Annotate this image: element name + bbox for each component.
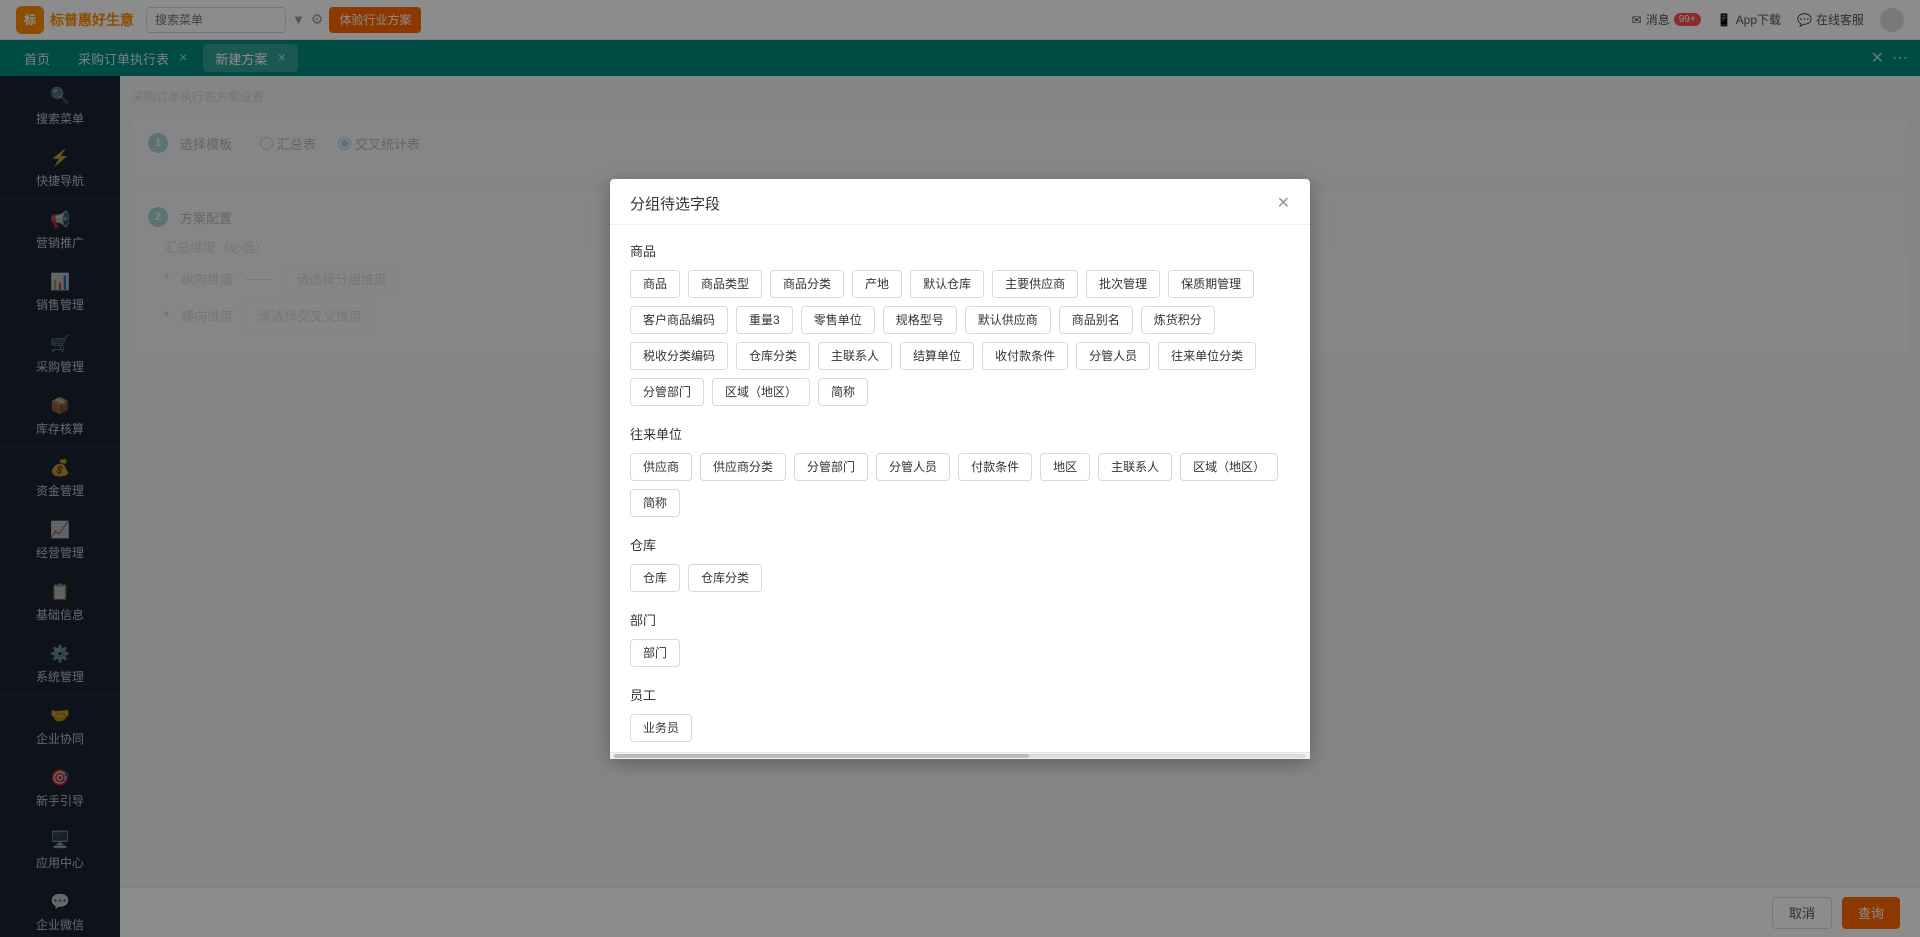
field-product-category[interactable]: 商品分类 [770,270,844,298]
field-sales-person[interactable]: 业务员 [630,714,692,742]
section-warehouse-fields: 仓库 仓库分类 [630,564,1290,592]
field-partner-shortname[interactable]: 简称 [630,489,680,517]
field-batch-management[interactable]: 批次管理 [1086,270,1160,298]
field-default-supplier[interactable]: 默认供应商 [965,306,1051,334]
section-department-fields: 部门 [630,639,1290,667]
field-shelf-life[interactable]: 保质期管理 [1168,270,1254,298]
field-product-alias[interactable]: 商品别名 [1059,306,1133,334]
field-select-modal: 分组待选字段 ✕ 商品 商品 商品类型 商品分类 产地 默认仓库 主要供应商 批… [610,179,1310,759]
field-partner-region[interactable]: 区域（地区） [1180,453,1278,481]
section-product-fields: 商品 商品类型 商品分类 产地 默认仓库 主要供应商 批次管理 保质期管理 客户… [630,270,1290,406]
section-staff-title: 员工 [630,685,1290,704]
field-main-supplier[interactable]: 主要供应商 [992,270,1078,298]
section-department: 部门 部门 [630,610,1290,667]
field-supplier[interactable]: 供应商 [630,453,692,481]
field-rebate-points[interactable]: 炼货积分 [1141,306,1215,334]
field-product[interactable]: 商品 [630,270,680,298]
field-department[interactable]: 部门 [630,639,680,667]
field-warehouse-category[interactable]: 仓库分类 [736,342,810,370]
section-partner: 往来单位 供应商 供应商分类 分管部门 分管人员 付款条件 地区 主联系人 区域… [630,424,1290,517]
modal-header: 分组待选字段 ✕ [610,179,1310,225]
hscroll-thumb [614,754,1029,758]
field-default-warehouse[interactable]: 默认仓库 [910,270,984,298]
section-product: 商品 商品 商品类型 商品分类 产地 默认仓库 主要供应商 批次管理 保质期管理… [630,241,1290,406]
field-short-name[interactable]: 简称 [818,378,868,406]
field-partner-dept[interactable]: 分管部门 [794,453,868,481]
field-warehouse-type[interactable]: 仓库分类 [688,564,762,592]
section-warehouse-title: 仓库 [630,535,1290,554]
field-partner-contact[interactable]: 主联系人 [1098,453,1172,481]
field-product-type[interactable]: 商品类型 [688,270,762,298]
field-region-area[interactable]: 区域（地区） [712,378,810,406]
field-area[interactable]: 地区 [1040,453,1090,481]
field-tax-code[interactable]: 税收分类编码 [630,342,728,370]
section-warehouse: 仓库 仓库 仓库分类 [630,535,1290,592]
modal-body[interactable]: 商品 商品 商品类型 商品分类 产地 默认仓库 主要供应商 批次管理 保质期管理… [610,225,1310,753]
field-spec-model[interactable]: 规格型号 [883,306,957,334]
field-main-contact[interactable]: 主联系人 [818,342,892,370]
section-staff-fields: 业务员 [630,714,1290,742]
field-partner-category[interactable]: 往来单位分类 [1158,342,1256,370]
field-supplier-category[interactable]: 供应商分类 [700,453,786,481]
modal-title: 分组待选字段 [630,193,720,214]
field-settlement-unit[interactable]: 结算单位 [900,342,974,370]
section-product-title: 商品 [630,241,1290,260]
field-payment-terms[interactable]: 收付款条件 [982,342,1068,370]
field-retail-unit[interactable]: 零售单位 [801,306,875,334]
field-dept-managed[interactable]: 分管部门 [630,378,704,406]
field-origin[interactable]: 产地 [852,270,902,298]
field-payment-condition[interactable]: 付款条件 [958,453,1032,481]
section-department-title: 部门 [630,610,1290,629]
section-partner-title: 往来单位 [630,424,1290,443]
field-warehouse[interactable]: 仓库 [630,564,680,592]
modal-close-button[interactable]: ✕ [1277,193,1290,213]
field-supervisor[interactable]: 分管人员 [1076,342,1150,370]
section-staff: 员工 业务员 [630,685,1290,742]
field-weight3[interactable]: 重量3 [736,306,793,334]
section-partner-fields: 供应商 供应商分类 分管部门 分管人员 付款条件 地区 主联系人 区域（地区） … [630,453,1290,517]
modal-horizontal-scrollbar[interactable] [610,752,1310,758]
field-partner-person[interactable]: 分管人员 [876,453,950,481]
field-customer-code[interactable]: 客户商品编码 [630,306,728,334]
hscroll-track [614,754,1306,758]
